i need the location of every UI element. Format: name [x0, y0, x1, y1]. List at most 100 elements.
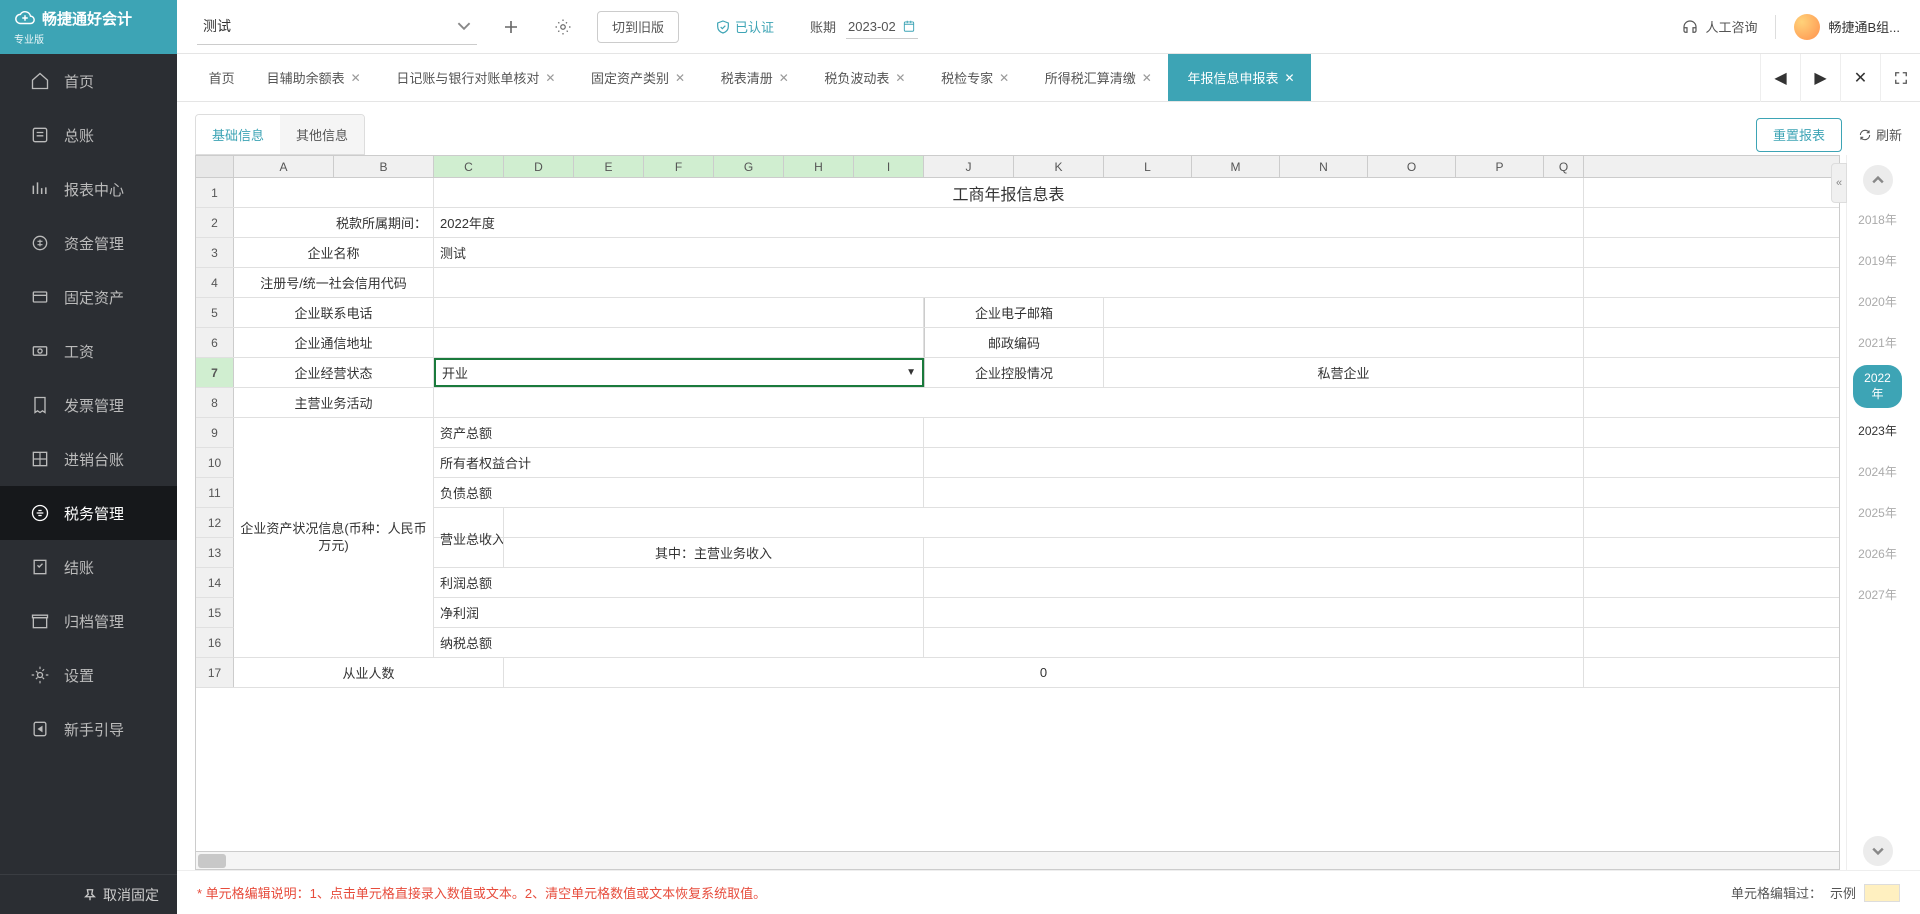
row-header-14[interactable]: 14 [196, 568, 234, 598]
main-content: 首页目辅助余额表✕ 日记账与银行对账单核对✕ 固定资产类别✕ 税表清册✕ 税负波… [177, 54, 1920, 914]
ledger-icon [30, 125, 50, 145]
cell-employees[interactable]: 0 [504, 658, 1584, 687]
row-header-3[interactable]: 3 [196, 238, 234, 267]
home-icon [30, 71, 50, 91]
sidebar-item-salary[interactable]: 工资 [0, 324, 177, 378]
col-header-Q[interactable]: Q [1544, 156, 1584, 177]
tab-close-button[interactable]: ✕ [1840, 54, 1880, 102]
sidebar-item-close[interactable]: 结账 [0, 540, 177, 594]
col-header-D[interactable]: D [504, 156, 574, 177]
row-header-17[interactable]: 17 [196, 658, 234, 687]
unpin-sidebar[interactable]: 取消固定 [0, 874, 177, 914]
row-header-15[interactable]: 15 [196, 598, 234, 628]
sidebar-item-money[interactable]: 资金管理 [0, 216, 177, 270]
tab-close-icon[interactable]: ✕ [545, 71, 555, 85]
row-header-2[interactable]: 2 [196, 208, 234, 237]
tab-税检专家[interactable]: 税检专家✕ [921, 54, 1025, 101]
row-header-9[interactable]: 9 [196, 418, 234, 448]
year-scroll-down[interactable] [1863, 836, 1893, 866]
tab-close-icon[interactable]: ✕ [779, 71, 789, 85]
sidebar-item-stock[interactable]: 进销台账 [0, 432, 177, 486]
col-header-A[interactable]: A [234, 156, 334, 177]
tabs-scroll-left[interactable]: ◀ [1760, 54, 1800, 102]
settings-icon-button[interactable] [545, 9, 581, 45]
asset-icon [30, 287, 50, 307]
tab-年报信息申报表[interactable]: 年报信息申报表✕ [1168, 54, 1311, 101]
sheet-body[interactable]: 1工商年报信息表2税款所属期间：2022年度3企业名称测试4注册号/统一社会信用… [196, 178, 1839, 851]
tab-税负波动表[interactable]: 税负波动表✕ [805, 54, 922, 101]
col-header-J[interactable]: J [924, 156, 1014, 177]
subtab-其他信息[interactable]: 其他信息 [280, 115, 364, 154]
year-panel-collapse[interactable]: « [1831, 163, 1847, 203]
row-header-7[interactable]: 7 [196, 358, 234, 387]
spreadsheet[interactable]: ABCDEFGHIJKLMNOPQ 1工商年报信息表2税款所属期间：2022年度… [195, 155, 1840, 870]
support-link[interactable]: 人工咨询 [1681, 17, 1757, 36]
tab-所得税汇算清缴[interactable]: 所得税汇算清缴✕ [1025, 54, 1168, 101]
tab-税表清册[interactable]: 税表清册✕ [701, 54, 805, 101]
row-header-6[interactable]: 6 [196, 328, 234, 357]
sidebar-item-chart[interactable]: 报表中心 [0, 162, 177, 216]
sidebar-item-ledger[interactable]: 总账 [0, 108, 177, 162]
sidebar-item-settings[interactable]: 设置 [0, 648, 177, 702]
col-header-K[interactable]: K [1014, 156, 1104, 177]
fullscreen-button[interactable] [1880, 54, 1920, 102]
add-button[interactable] [493, 9, 529, 45]
tab-close-icon[interactable]: ✕ [351, 71, 361, 85]
tab-close-icon[interactable]: ✕ [1284, 71, 1294, 85]
cell-company-name[interactable]: 测试 [434, 238, 1584, 267]
row-header-10[interactable]: 10 [196, 448, 234, 478]
sidebar-item-archive[interactable]: 归档管理 [0, 594, 177, 648]
company-dropdown[interactable]: 测试 [197, 9, 477, 45]
sidebar-item-tax[interactable]: 税务管理 [0, 486, 177, 540]
col-header-B[interactable]: B [334, 156, 434, 177]
calendar-icon [902, 19, 916, 33]
row-header-8[interactable]: 8 [196, 388, 234, 417]
row-header-1[interactable]: 1 [196, 178, 234, 207]
refresh-button[interactable]: 刷新 [1858, 125, 1902, 144]
row-header-4[interactable]: 4 [196, 268, 234, 297]
cell-business-status[interactable]: 开业▼ [434, 358, 924, 387]
settings-icon [30, 665, 50, 685]
period-picker[interactable]: 2023-02 [846, 15, 918, 39]
tab-日记账与银行对账单核对[interactable]: 日记账与银行对账单核对✕ [377, 54, 572, 101]
col-header-G[interactable]: G [714, 156, 784, 177]
switch-old-version-button[interactable]: 切到旧版 [597, 11, 679, 43]
year-2023年[interactable]: 2023年 [1847, 410, 1908, 451]
col-header-H[interactable]: H [784, 156, 854, 177]
select-all-corner[interactable] [196, 156, 234, 177]
year-2022年[interactable]: 2022年 [1853, 365, 1902, 408]
col-header-L[interactable]: L [1104, 156, 1192, 177]
user-menu[interactable]: 畅捷通B组... [1794, 14, 1900, 40]
tab-close-icon[interactable]: ✕ [1142, 71, 1152, 85]
reset-report-button[interactable]: 重置报表 [1756, 118, 1842, 152]
row-header-5[interactable]: 5 [196, 298, 234, 327]
cell-reg-number[interactable] [434, 268, 1584, 297]
tab-close-icon[interactable]: ✕ [895, 71, 905, 85]
tab-close-icon[interactable]: ✕ [999, 71, 1009, 85]
col-header-P[interactable]: P [1456, 156, 1544, 177]
sidebar-item-asset[interactable]: 固定资产 [0, 270, 177, 324]
col-header-C[interactable]: C [434, 156, 504, 177]
col-header-F[interactable]: F [644, 156, 714, 177]
tabs-scroll-right[interactable]: ▶ [1800, 54, 1840, 102]
col-header-N[interactable]: N [1280, 156, 1368, 177]
row-header-11[interactable]: 11 [196, 478, 234, 508]
col-header-O[interactable]: O [1368, 156, 1456, 177]
horizontal-scrollbar[interactable] [196, 851, 1839, 869]
col-header-E[interactable]: E [574, 156, 644, 177]
cell-holding-type[interactable]: 私营企业 [1104, 358, 1584, 387]
col-header-I[interactable]: I [854, 156, 924, 177]
sidebar-item-guide[interactable]: 新手引导 [0, 702, 177, 756]
subtab-基础信息[interactable]: 基础信息 [196, 115, 280, 154]
year-scroll-up[interactable] [1863, 165, 1893, 195]
sidebar-item-home[interactable]: 首页 [0, 54, 177, 108]
tab-首页[interactable]: 首页 [189, 54, 251, 101]
tab-close-icon[interactable]: ✕ [675, 71, 685, 85]
tab-目辅助余额表[interactable]: 目辅助余额表✕ [251, 54, 377, 101]
row-header-16[interactable]: 16 [196, 628, 234, 658]
col-header-M[interactable]: M [1192, 156, 1280, 177]
row-header-13[interactable]: 13 [196, 538, 234, 568]
row-header-12[interactable]: 12 [196, 508, 234, 538]
tab-固定资产类别[interactable]: 固定资产类别✕ [571, 54, 701, 101]
sidebar-item-invoice[interactable]: 发票管理 [0, 378, 177, 432]
